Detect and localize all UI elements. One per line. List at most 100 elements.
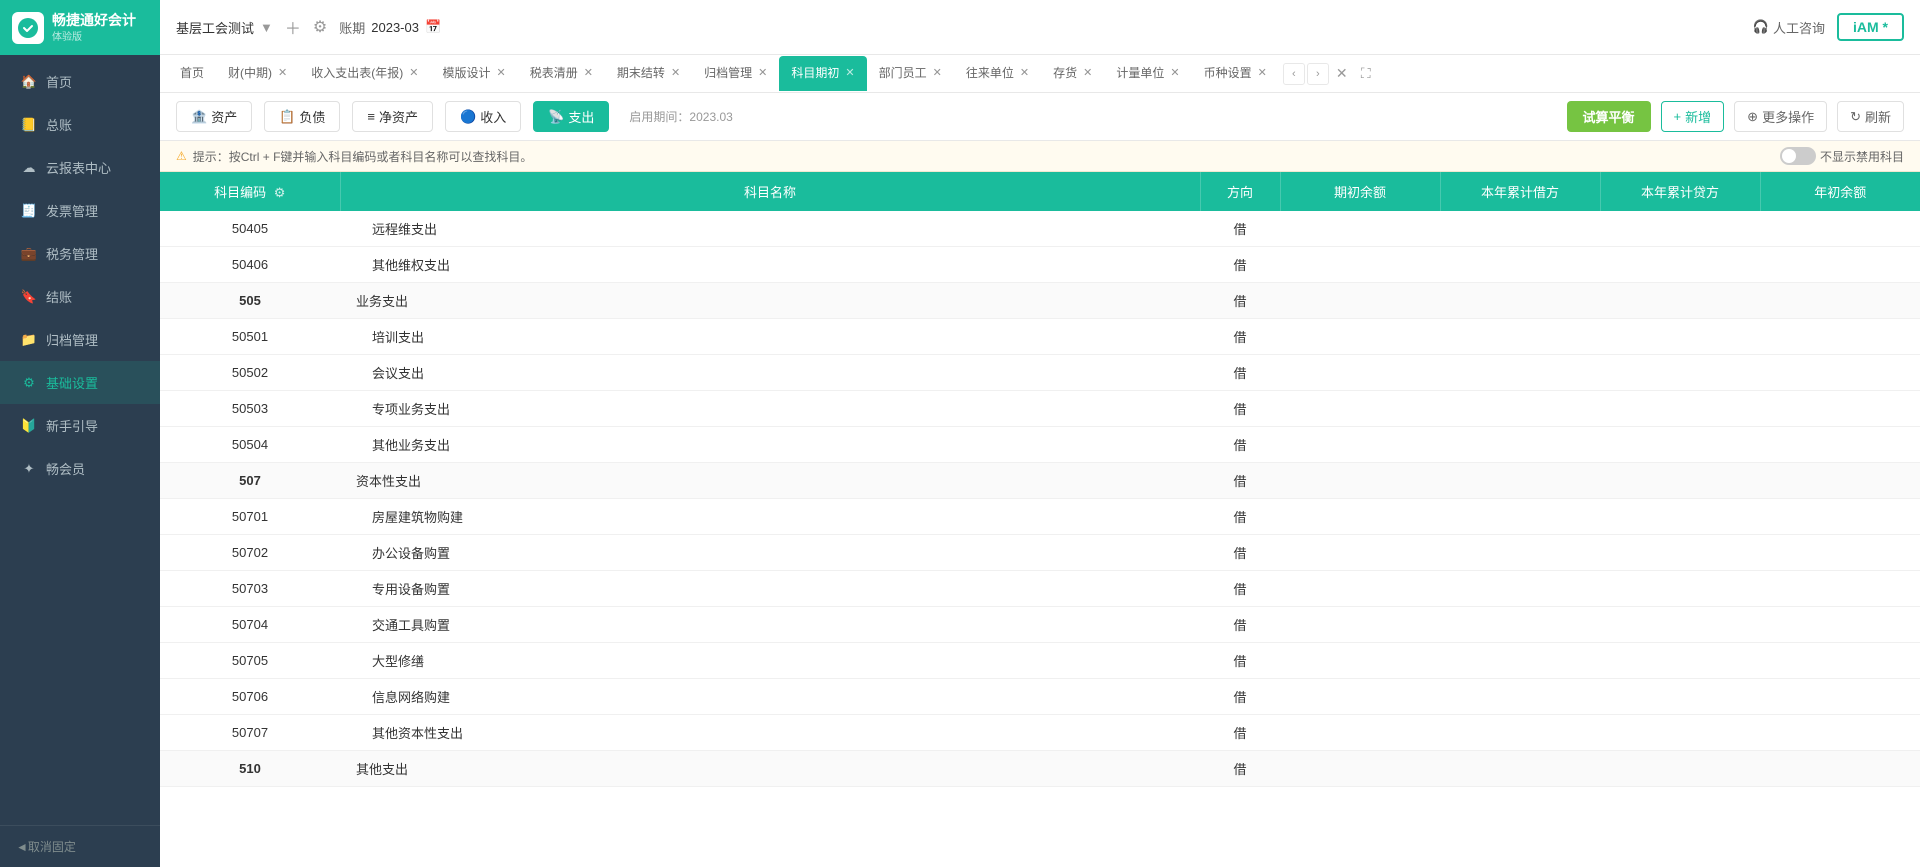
table-row[interactable]: 50502 会议支出 借: [160, 355, 1920, 391]
table-row[interactable]: 50503 专项业务支出 借: [160, 391, 1920, 427]
tab-income[interactable]: 收入支出表(年报) ✕: [299, 56, 430, 91]
customer-service-button[interactable]: 🎧 人工咨询: [1753, 18, 1825, 37]
more-label: 更多操作: [1762, 107, 1814, 126]
tab-archive-close[interactable]: ✕: [758, 66, 767, 79]
table-row[interactable]: 505 业务支出 借: [160, 283, 1920, 319]
cell-code: 50703: [160, 571, 340, 607]
tab-counterpart[interactable]: 往来单位 ✕: [954, 56, 1041, 91]
cell-direction: 借: [1200, 715, 1280, 751]
table-row[interactable]: 507 资本性支出 借: [160, 463, 1920, 499]
tab-tax[interactable]: 税表清册 ✕: [518, 56, 605, 91]
table-row[interactable]: 50703 专用设备购置 借: [160, 571, 1920, 607]
cell-ytd-debit: [1440, 607, 1600, 643]
sidebar-item-ledger[interactable]: 📒 总账: [0, 103, 160, 146]
table-row[interactable]: 50705 大型修缮 借: [160, 643, 1920, 679]
tab-inventory-close[interactable]: ✕: [1083, 66, 1092, 79]
column-settings-icon[interactable]: ⚙: [274, 185, 286, 201]
period-display: 账期 2023-03 📅: [339, 18, 441, 37]
tab-archive[interactable]: 归档管理 ✕: [692, 56, 779, 91]
table-row[interactable]: 50501 培训支出 借: [160, 319, 1920, 355]
tabbar-expand-button[interactable]: ⛶: [1355, 63, 1377, 85]
table-row[interactable]: 50504 其他业务支出 借: [160, 427, 1920, 463]
calendar-icon[interactable]: 📅: [425, 19, 441, 35]
balance-button[interactable]: 试算平衡: [1567, 101, 1651, 132]
tabbar-close-all-button[interactable]: ✕: [1331, 63, 1353, 85]
table-row[interactable]: 50707 其他资本性支出 借: [160, 715, 1920, 751]
category-net-asset-button[interactable]: ≡ 净资产: [352, 101, 433, 132]
tab-inventory[interactable]: 存货 ✕: [1041, 56, 1104, 91]
sidebar-item-archive[interactable]: 📁 归档管理: [0, 318, 160, 361]
sidebar-item-settings[interactable]: ⚙ 基础设置: [0, 361, 160, 404]
sidebar-item-member[interactable]: ✦ 畅会员: [0, 447, 160, 490]
sidebar-item-report[interactable]: ☁ 云报表中心: [0, 146, 160, 189]
cell-ytd-credit: [1600, 535, 1760, 571]
more-actions-button[interactable]: ⊕ 更多操作: [1734, 101, 1827, 132]
toggle-disabled-subjects[interactable]: 不显示禁用科目: [1780, 147, 1904, 165]
tab-home[interactable]: 首页: [168, 56, 216, 91]
cell-period-balance: [1280, 643, 1440, 679]
sidebar-item-home[interactable]: 🏠 首页: [0, 60, 160, 103]
page-header-actions: 试算平衡 + 新增 ⊕ 更多操作 ↻ 刷新: [1567, 101, 1904, 132]
workspace-selector[interactable]: 基层工会测试 ▼: [176, 18, 273, 37]
sidebar-item-tax[interactable]: 💼 税务管理: [0, 232, 160, 275]
table-row[interactable]: 510 其他支出 借: [160, 751, 1920, 787]
tab-period-end-close[interactable]: ✕: [671, 66, 680, 79]
cell-direction: 借: [1200, 319, 1280, 355]
table-row[interactable]: 50406 其他维权支出 借: [160, 247, 1920, 283]
iam-button[interactable]: iAM *: [1837, 13, 1904, 41]
tab-subject-init-close[interactable]: ✕: [845, 66, 854, 79]
sidebar-item-guide[interactable]: 🔰 新手引导: [0, 404, 160, 447]
cell-ytd-debit: [1440, 247, 1600, 283]
tab-period-end[interactable]: 期末结转 ✕: [605, 56, 692, 91]
add-workspace-button[interactable]: ＋: [285, 15, 301, 39]
member-icon: ✦: [20, 460, 38, 478]
category-income-label: 收入: [480, 107, 506, 126]
cell-name: 其他支出: [340, 751, 1200, 787]
tab-tax-close[interactable]: ✕: [584, 66, 593, 79]
tab-archive-label: 归档管理: [704, 64, 752, 81]
period-label: 账期: [339, 18, 365, 37]
category-asset-button[interactable]: 🏦 资产: [176, 101, 252, 132]
cell-ytd-debit: [1440, 355, 1600, 391]
refresh-button[interactable]: ↻ 刷新: [1837, 101, 1904, 132]
cell-name: 其他资本性支出: [340, 715, 1200, 751]
cell-code: 50704: [160, 607, 340, 643]
sidebar-collapse[interactable]: ◄取消固定: [0, 825, 160, 867]
table-row[interactable]: 50702 办公设备购置 借: [160, 535, 1920, 571]
tab-income-close[interactable]: ✕: [409, 66, 418, 79]
workspace-settings-icon[interactable]: ⚙: [313, 17, 327, 37]
cell-name: 资本性支出: [340, 463, 1200, 499]
tab-dept-close[interactable]: ✕: [933, 66, 942, 79]
tab-currency-close[interactable]: ✕: [1258, 66, 1267, 79]
table-row[interactable]: 50704 交通工具购置 借: [160, 607, 1920, 643]
category-liability-button[interactable]: 📋 负债: [264, 101, 340, 132]
workspace-name: 基层工会测试: [176, 18, 254, 37]
table-row[interactable]: 50706 信息网络购建 借: [160, 679, 1920, 715]
tab-subject-init[interactable]: 科目期初 ✕: [779, 56, 866, 91]
cell-year-balance: [1760, 463, 1920, 499]
income-icon: 🔵: [460, 109, 476, 125]
tab-mid-close[interactable]: ✕: [278, 66, 287, 79]
cell-name: 其他业务支出: [340, 427, 1200, 463]
table-row[interactable]: 50701 房屋建筑物购建 借: [160, 499, 1920, 535]
sidebar-item-settlement[interactable]: 🔖 结账: [0, 275, 160, 318]
archive-icon: 📁: [20, 331, 38, 349]
toggle-switch[interactable]: [1780, 147, 1816, 165]
table-row[interactable]: 50405 远程维支出 借: [160, 211, 1920, 247]
add-button[interactable]: + 新增: [1661, 101, 1725, 132]
tab-mid[interactable]: 财(中期) ✕: [216, 56, 299, 91]
category-expense-button[interactable]: 📡 支出: [533, 101, 609, 132]
category-income-button[interactable]: 🔵 收入: [445, 101, 521, 132]
tabbar-prev-button[interactable]: ‹: [1283, 63, 1305, 85]
tab-template[interactable]: 模版设计 ✕: [430, 56, 517, 91]
tab-dept[interactable]: 部门员工 ✕: [867, 56, 954, 91]
sidebar-item-invoice[interactable]: 🧾 发票管理: [0, 189, 160, 232]
tab-counterpart-close[interactable]: ✕: [1020, 66, 1029, 79]
tabbar-next-button[interactable]: ›: [1307, 63, 1329, 85]
tab-template-close[interactable]: ✕: [496, 66, 505, 79]
tab-unit-close[interactable]: ✕: [1170, 66, 1179, 79]
sidebar-item-ledger-label: 总账: [46, 115, 72, 134]
period-value: 2023-03: [371, 20, 419, 35]
tab-unit[interactable]: 计量单位 ✕: [1104, 56, 1191, 91]
tab-currency[interactable]: 币种设置 ✕: [1192, 56, 1279, 91]
